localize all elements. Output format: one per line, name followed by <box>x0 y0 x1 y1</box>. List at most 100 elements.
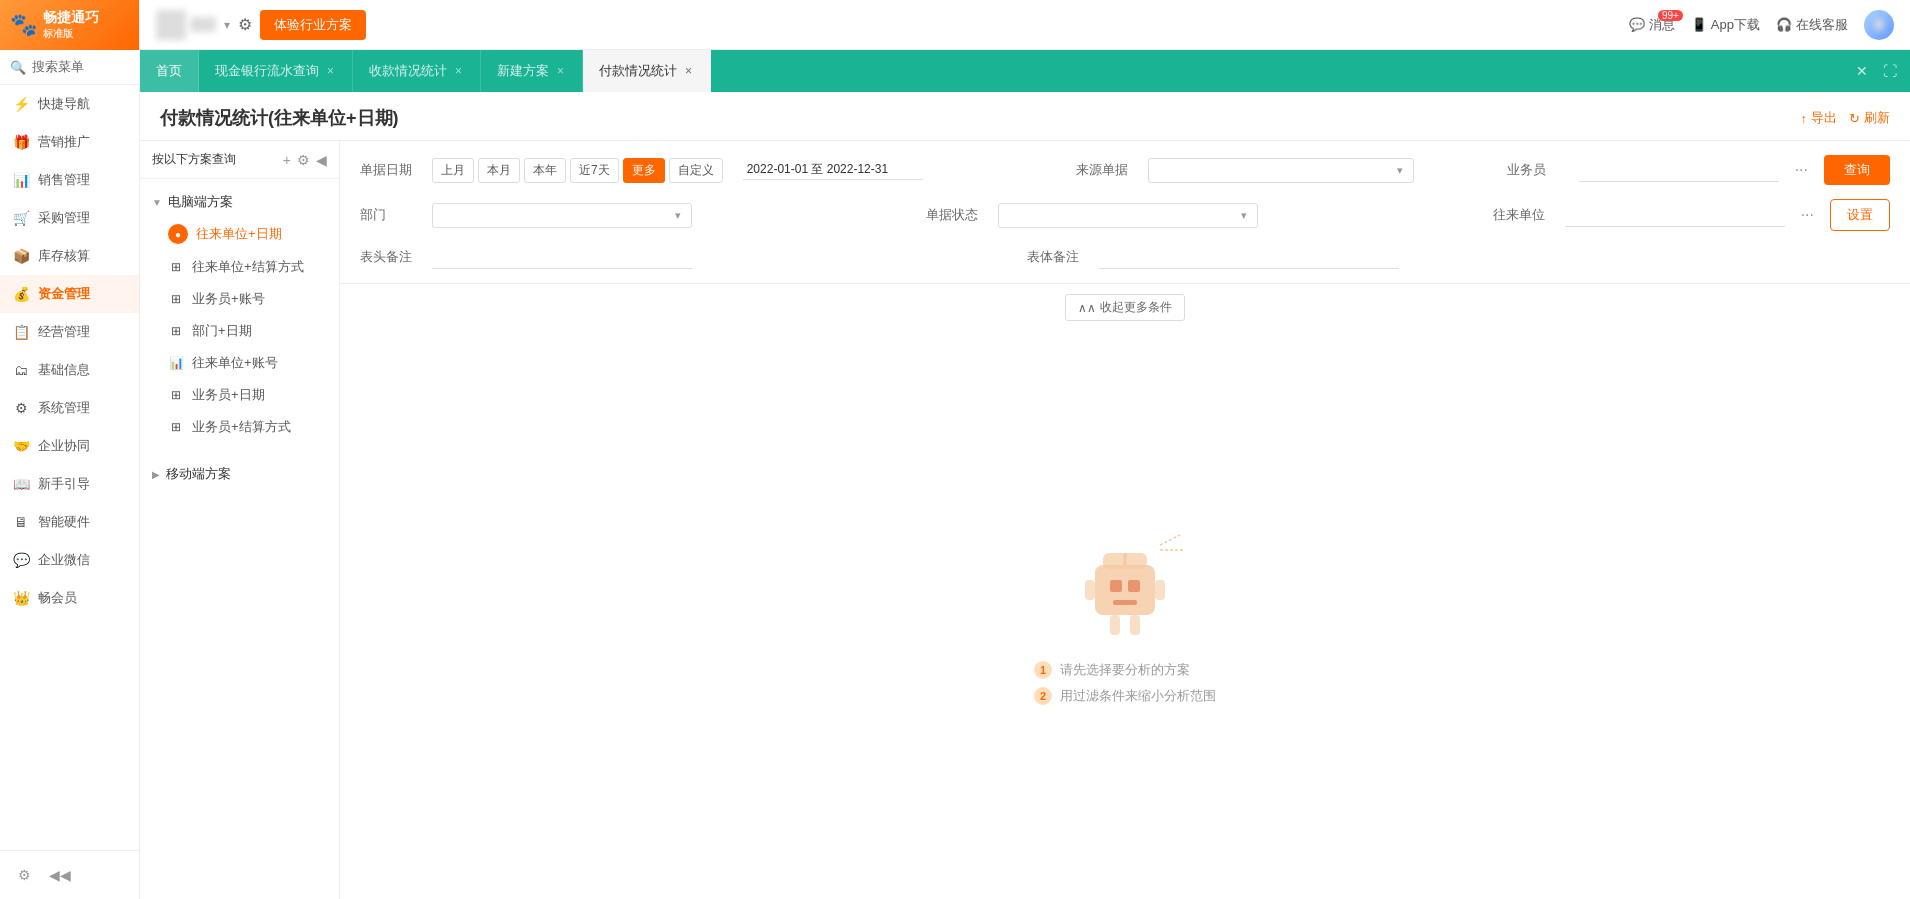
voucher-status-select[interactable]: ▾ <box>998 203 1258 228</box>
headset-icon: 🎧 <box>1776 17 1792 32</box>
table-body-note-input[interactable] <box>1099 245 1399 269</box>
panel-add-icon[interactable]: + <box>283 152 291 168</box>
sidebar-item-system[interactable]: ⚙ 系统管理 <box>0 389 139 427</box>
date-range-input[interactable]: 2022-01-01 至 2022-12-31 <box>743 161 923 180</box>
sidebar-item-basic[interactable]: 🗂 基础信息 <box>0 351 139 389</box>
export-btn[interactable]: ↑ 导出 <box>1801 109 1838 127</box>
sidebar-item-guide[interactable]: 📖 新手引导 <box>0 465 139 503</box>
scheme-staff-date-label: 业务员+日期 <box>192 386 265 404</box>
sidebar-label-sales: 销售管理 <box>38 171 90 189</box>
svg-rect-0 <box>1095 565 1155 615</box>
sidebar-item-member[interactable]: 👑 畅会员 <box>0 579 139 617</box>
sidebar-item-sales[interactable]: 📊 销售管理 <box>0 161 139 199</box>
voucher-status-label: 单据状态 <box>926 206 982 224</box>
sidebar-item-hardware[interactable]: 🖥 智能硬件 <box>0 503 139 541</box>
voucher-date-label: 单据日期 <box>360 161 416 179</box>
table-head-note-input[interactable] <box>432 245 692 269</box>
counterpart-input[interactable] <box>1565 203 1785 227</box>
panel-collapse-icon[interactable]: ◀ <box>316 152 327 168</box>
scheme-unit-date[interactable]: ● 往来单位+日期 <box>140 217 339 251</box>
dept-chevron-icon: ▾ <box>675 209 681 222</box>
tab-new-scheme-close-icon[interactable]: × <box>555 62 566 80</box>
tab-home-label: 首页 <box>156 62 182 80</box>
date-btn-7days[interactable]: 近7天 <box>570 158 619 183</box>
messages-btn[interactable]: 💬 消息 99+ <box>1629 16 1675 34</box>
topbar-chevron-icon[interactable]: ▾ <box>224 18 230 32</box>
scheme-staff-settle[interactable]: ⊞ 业务员+结算方式 <box>140 411 339 443</box>
desktop-group-arrow-icon: ▼ <box>152 197 162 208</box>
counterpart-dots-icon[interactable]: ··· <box>1801 206 1814 224</box>
scheme-staff-account[interactable]: ⊞ 业务员+账号 <box>140 283 339 315</box>
sidebar-item-operation[interactable]: 📋 经营管理 <box>0 313 139 351</box>
tabbar: 首页 现金银行流水查询 × 收款情况统计 × 新建方案 × 付款情况统计 × ✕… <box>140 50 1910 92</box>
wechat-icon: 💬 <box>12 551 30 569</box>
scheme-staff-date[interactable]: ⊞ 业务员+日期 <box>140 379 339 411</box>
scheme-chart-icon: 📊 <box>168 355 184 371</box>
tab-payment-stats[interactable]: 付款情况统计 × <box>583 50 711 92</box>
sidebar-item-marketing[interactable]: 🎁 营销推广 <box>0 123 139 161</box>
empty-tip-1: 1 请先选择要分析的方案 <box>1034 661 1216 679</box>
sidebar-item-wechat[interactable]: 💬 企业微信 <box>0 541 139 579</box>
tab-bank-flow[interactable]: 现金银行流水查询 × <box>199 50 353 92</box>
collapse-btn[interactable]: ∧∧ 收起更多条件 <box>1065 294 1185 321</box>
search-menu-item[interactable]: 🔍 搜索菜单 <box>0 50 139 85</box>
svg-rect-2 <box>1128 580 1140 592</box>
source-voucher-select[interactable]: ▾ <box>1148 158 1413 183</box>
tab-maximize-icon[interactable]: ⛶ <box>1878 59 1902 83</box>
trial-btn[interactable]: 体验行业方案 <box>260 10 366 40</box>
panel-settings-icon[interactable]: ⚙ <box>297 152 310 168</box>
sidebar-label-marketing: 营销推广 <box>38 133 90 151</box>
mobile-group-title[interactable]: ▶ 移动端方案 <box>140 459 339 489</box>
sidebar-item-purchase[interactable]: 🛒 采购管理 <box>0 199 139 237</box>
topbar-gear-icon[interactable]: ⚙ <box>238 15 252 34</box>
sidebar-collapse-btn[interactable]: ◀◀ <box>46 861 74 889</box>
date-btn-last-month[interactable]: 上月 <box>432 158 474 183</box>
query-btn[interactable]: 查询 <box>1824 155 1890 185</box>
sidebar-settings-btn[interactable]: ⚙ <box>10 861 38 889</box>
scheme-unit-account[interactable]: 📊 往来单位+账号 <box>140 347 339 379</box>
sidebar-item-inventory[interactable]: 📦 库存核算 <box>0 237 139 275</box>
avatar: Rit <box>156 10 186 40</box>
salesperson-input[interactable] <box>1579 158 1779 182</box>
tab-receipt-stats[interactable]: 收款情况统计 × <box>353 50 481 92</box>
refresh-btn[interactable]: ↻ 刷新 <box>1849 109 1890 127</box>
sidebar-item-quick-nav[interactable]: ⚡ 快捷导航 <box>0 85 139 123</box>
tab-receipt-stats-close-icon[interactable]: × <box>453 62 464 80</box>
salesperson-dots-icon[interactable]: ··· <box>1795 161 1808 179</box>
sidebar-item-corp[interactable]: 🤝 企业协同 <box>0 427 139 465</box>
svg-rect-4 <box>1085 580 1095 600</box>
date-btn-more[interactable]: 更多 <box>623 158 665 183</box>
topbar-left: Rit ▾ ⚙ 体验行业方案 <box>156 10 366 40</box>
date-btn-custom[interactable]: 自定义 <box>669 158 723 183</box>
topbar-avatar[interactable]: U <box>1864 10 1894 40</box>
tip-num-1: 1 <box>1034 661 1052 679</box>
online-service-btn[interactable]: 🎧 在线客服 <box>1776 16 1848 34</box>
sidebar-logo: 🐾 畅捷通巧 标准版 <box>0 0 139 50</box>
logo-sub: 标准版 <box>43 27 99 41</box>
voucher-status-chevron-icon: ▾ <box>1241 209 1247 222</box>
sidebar-item-finance[interactable]: 💰 资金管理 <box>0 275 139 313</box>
sidebar-label-basic: 基础信息 <box>38 361 90 379</box>
page-body: 按以下方案查询 + ⚙ ◀ ▼ 电脑端方案 ● <box>140 141 1910 899</box>
app-download-btn[interactable]: 📱 App下载 <box>1691 16 1760 34</box>
panel-header-icons: + ⚙ ◀ <box>283 152 327 168</box>
mobile-group-label: 移动端方案 <box>166 465 231 483</box>
tab-bank-flow-close-icon[interactable]: × <box>325 62 336 80</box>
scheme-table-icon-2: ⊞ <box>168 291 184 307</box>
dept-select[interactable]: ▾ <box>432 203 692 228</box>
desktop-group-title[interactable]: ▼ 电脑端方案 <box>140 187 339 217</box>
tab-new-scheme[interactable]: 新建方案 × <box>481 50 583 92</box>
date-btn-group: 上月 本月 本年 近7天 更多 自定义 <box>432 158 723 183</box>
scheme-dept-date[interactable]: ⊞ 部门+日期 <box>140 315 339 347</box>
tab-payment-stats-close-icon[interactable]: × <box>683 62 694 80</box>
tab-close-all-icon[interactable]: ✕ <box>1850 59 1874 83</box>
date-btn-this-year[interactable]: 本年 <box>524 158 566 183</box>
user-area[interactable]: Rit <box>156 10 216 40</box>
refresh-icon: ↻ <box>1849 111 1860 126</box>
operation-icon: 📋 <box>12 323 30 341</box>
date-btn-this-month[interactable]: 本月 <box>478 158 520 183</box>
tab-home[interactable]: 首页 <box>140 50 199 92</box>
settings-btn[interactable]: 设置 <box>1830 199 1890 231</box>
svg-rect-7 <box>1130 615 1140 635</box>
scheme-unit-settle[interactable]: ⊞ 往来单位+结算方式 <box>140 251 339 283</box>
